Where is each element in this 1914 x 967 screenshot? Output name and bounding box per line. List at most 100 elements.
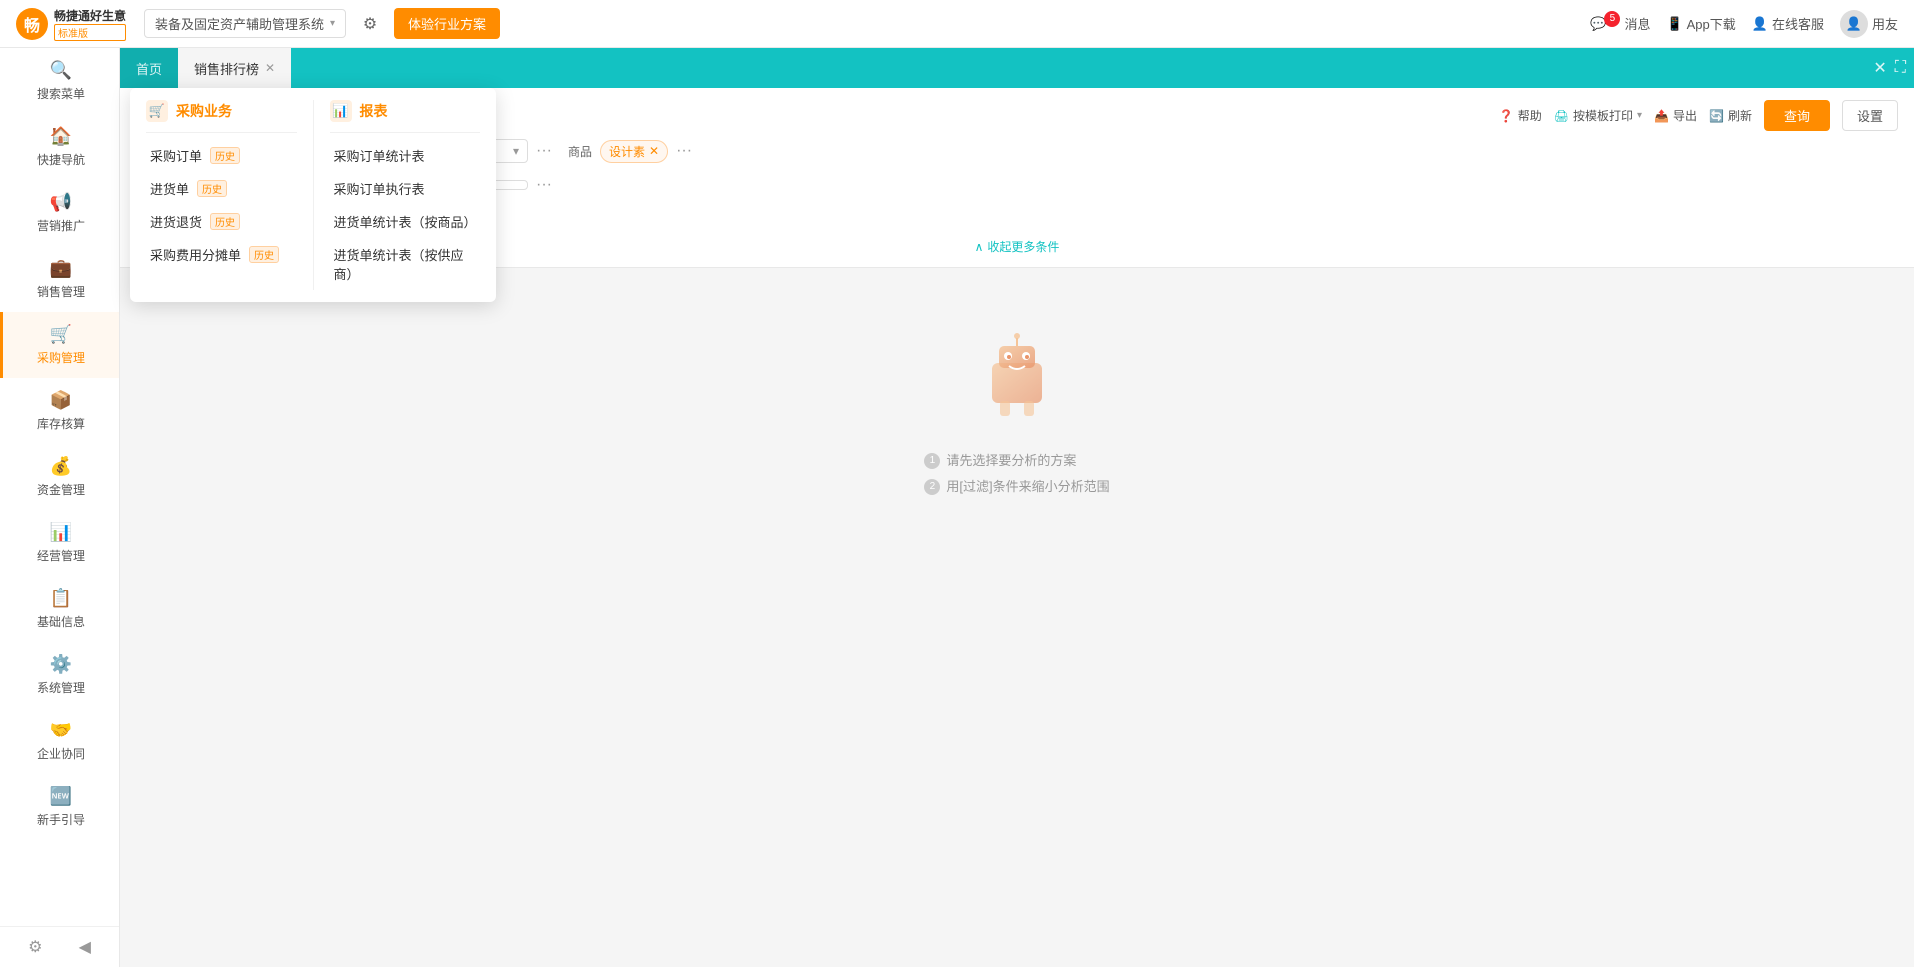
sidebar-item-finance[interactable]: 💰 资金管理 bbox=[0, 444, 119, 510]
sidebar-label-enterprise: 企业协同 bbox=[37, 745, 85, 762]
inventory-icon: 📦 bbox=[50, 390, 72, 411]
goods-label: 商品 bbox=[568, 143, 592, 160]
po-exec-label: 采购订单执行表 bbox=[334, 179, 425, 198]
goods-tag-value: 设计素 bbox=[609, 143, 645, 160]
sidebar-settings-icon[interactable]: ⚙ bbox=[28, 937, 42, 957]
expense-label: 采购费用分摊单 bbox=[150, 245, 241, 264]
message-btn[interactable]: 💬 5 消息 bbox=[1590, 14, 1650, 33]
purchase-icon: 🛒 bbox=[50, 324, 72, 345]
system-icon: ⚙️ bbox=[50, 654, 72, 675]
print-button[interactable]: 🖨 按模板打印 ▾ bbox=[1554, 107, 1642, 124]
marketing-icon: 📢 bbox=[50, 192, 72, 213]
query-button[interactable]: 查询 bbox=[1764, 100, 1830, 131]
message-label: 消息 bbox=[1624, 14, 1650, 33]
online-service-btn[interactable]: 👤 在线客服 bbox=[1752, 14, 1824, 33]
sidebar-item-operation[interactable]: 📊 经营管理 bbox=[0, 510, 119, 576]
user-btn[interactable]: 👤 用友 bbox=[1840, 10, 1898, 38]
settings-icon[interactable]: ⚙ bbox=[354, 8, 386, 40]
dropdown-item-expense[interactable]: 采购费用分摊单 历史 bbox=[146, 238, 297, 271]
goods-dots[interactable]: ··· bbox=[676, 142, 692, 160]
tab-close-all-icon[interactable]: ✕ bbox=[1873, 58, 1886, 78]
online-service-label: 在线客服 bbox=[1772, 14, 1824, 33]
sidebar-collapse-icon[interactable]: ◀ bbox=[79, 937, 91, 957]
dropdown-item-po-stats[interactable]: 采购订单统计表 bbox=[330, 139, 481, 172]
sidebar-item-system[interactable]: ⚙️ 系统管理 bbox=[0, 642, 119, 708]
sidebar-item-guide[interactable]: 🆕 新手引导 bbox=[0, 774, 119, 840]
bill-status-chevron: ▾ bbox=[513, 144, 519, 158]
phone-icon: 📱 bbox=[1666, 16, 1682, 32]
top-header: 畅 畅捷通好生意 标准版 装备及固定资产辅助管理系统 ▾ ⚙ 体验行业方案 💬 … bbox=[0, 0, 1914, 48]
refresh-icon: 🔄 bbox=[1709, 109, 1724, 123]
refresh-label: 刷新 bbox=[1728, 107, 1752, 124]
purchase-col-title: 采购业务 bbox=[176, 101, 232, 121]
tab-close-icon[interactable]: ✕ bbox=[265, 61, 275, 75]
incoming-label: 进货单 bbox=[150, 179, 189, 198]
dropdown-item-return[interactable]: 进货退货 历史 bbox=[146, 205, 297, 238]
sidebar-item-marketing[interactable]: 📢 营销推广 bbox=[0, 180, 119, 246]
empty-tips: 1 请先选择要分析的方案 2 用[过滤]条件来缩小分析范围 bbox=[924, 448, 1109, 500]
sidebar-item-search[interactable]: 🔍 搜索菜单 bbox=[0, 48, 119, 114]
sidebar-item-sales[interactable]: 💼 销售管理 bbox=[0, 246, 119, 312]
refresh-button[interactable]: 🔄 刷新 bbox=[1709, 107, 1752, 124]
sidebar-item-purchase[interactable]: 🛒 采购管理 bbox=[0, 312, 119, 378]
app-download-btn[interactable]: 📱 App下载 bbox=[1666, 14, 1735, 33]
dropdown-item-supplier-stats[interactable]: 进货单统计表（按供应商） bbox=[330, 238, 481, 290]
logo-area: 畅 畅捷通好生意 标准版 bbox=[16, 7, 136, 41]
avatar: 👤 bbox=[1840, 10, 1868, 38]
empty-illustration bbox=[967, 328, 1067, 428]
sidebar-label-basic: 基础信息 bbox=[37, 613, 85, 630]
dropdown-col-purchase: 🛒 采购业务 采购订单 历史 进货单 历史 进货退货 历史 采购费用分摊单 历史 bbox=[130, 100, 313, 290]
supplier-stats-label: 进货单统计表（按供应商） bbox=[334, 245, 477, 283]
collapse-label: 收起更多条件 bbox=[987, 238, 1059, 255]
tab-expand-icon[interactable]: ⛶ bbox=[1895, 59, 1906, 77]
po-stats-label: 采购订单统计表 bbox=[334, 146, 425, 165]
print-chevron: ▾ bbox=[1637, 110, 1642, 121]
sidebar-item-basic[interactable]: 📋 基础信息 bbox=[0, 576, 119, 642]
search-icon: 🔍 bbox=[50, 60, 72, 81]
sidebar-item-quick-nav[interactable]: 🏠 快捷导航 bbox=[0, 114, 119, 180]
sidebar-label-marketing: 营销推广 bbox=[37, 217, 85, 234]
salesperson-dots[interactable]: ··· bbox=[536, 176, 552, 194]
goods-tag: 设计素 ✕ bbox=[600, 140, 668, 163]
sidebar: 🔍 搜索菜单 🏠 快捷导航 📢 营销推广 💼 销售管理 🛒 采购管理 📦 库存核… bbox=[0, 48, 120, 967]
help-label: 帮助 bbox=[1518, 107, 1542, 124]
tab-bar: 首页 销售排行榜 ✕ ✕ ⛶ bbox=[120, 48, 1914, 88]
sidebar-label-inventory: 库存核算 bbox=[37, 415, 85, 432]
tab-sales-rank-label: 销售排行榜 bbox=[194, 59, 259, 78]
export-button[interactable]: 📤 导出 bbox=[1654, 107, 1697, 124]
system-selector[interactable]: 装备及固定资产辅助管理系统 ▾ bbox=[144, 9, 346, 38]
tab-sales-rank[interactable]: 销售排行榜 ✕ bbox=[178, 48, 291, 88]
empty-state: 1 请先选择要分析的方案 2 用[过滤]条件来缩小分析范围 bbox=[120, 268, 1914, 560]
empty-tip-1-text: 请先选择要分析的方案 bbox=[946, 448, 1076, 474]
enterprise-icon: 🤝 bbox=[50, 720, 72, 741]
collapse-button[interactable]: ∧ 收起更多条件 bbox=[975, 238, 1060, 255]
return-label: 进货退货 bbox=[150, 212, 202, 231]
sidebar-label-finance: 资金管理 bbox=[37, 481, 85, 498]
operation-icon: 📊 bbox=[50, 522, 72, 543]
industry-button[interactable]: 体验行业方案 bbox=[394, 8, 500, 39]
sidebar-item-inventory[interactable]: 📦 库存核算 bbox=[0, 378, 119, 444]
tab-home[interactable]: 首页 bbox=[120, 48, 178, 88]
report-col-icon: 📊 bbox=[330, 100, 352, 122]
basic-icon: 📋 bbox=[50, 588, 72, 609]
history-tag-1: 历史 bbox=[210, 147, 240, 164]
dropdown-item-goods-stats[interactable]: 进货单统计表（按商品） bbox=[330, 205, 481, 238]
goods-tag-close[interactable]: ✕ bbox=[649, 144, 659, 158]
logo-icon: 畅 bbox=[16, 8, 48, 40]
help-button[interactable]: ❓ 帮助 bbox=[1499, 107, 1542, 124]
goods-stats-label: 进货单统计表（按商品） bbox=[334, 212, 477, 231]
system-name-label: 装备及固定资产辅助管理系统 bbox=[155, 14, 324, 33]
dropdown-item-po-exec[interactable]: 采购订单执行表 bbox=[330, 172, 481, 205]
tab-bar-right: ✕ ⛶ bbox=[1873, 58, 1914, 78]
sidebar-label-search: 搜索菜单 bbox=[37, 85, 85, 102]
dropdown-item-incoming[interactable]: 进货单 历史 bbox=[146, 172, 297, 205]
history-tag-2: 历史 bbox=[197, 180, 227, 197]
sidebar-item-enterprise[interactable]: 🤝 企业协同 bbox=[0, 708, 119, 774]
guide-icon: 🆕 bbox=[50, 786, 72, 807]
setting-button[interactable]: 设置 bbox=[1842, 100, 1898, 131]
dropdown-item-purchase-order[interactable]: 采购订单 历史 bbox=[146, 139, 297, 172]
print-label: 按模板打印 bbox=[1573, 107, 1633, 124]
dropdown-col-report-header: 📊 报表 bbox=[330, 100, 481, 133]
bill-status-dots[interactable]: ··· bbox=[536, 142, 552, 160]
history-tag-3: 历史 bbox=[210, 213, 240, 230]
